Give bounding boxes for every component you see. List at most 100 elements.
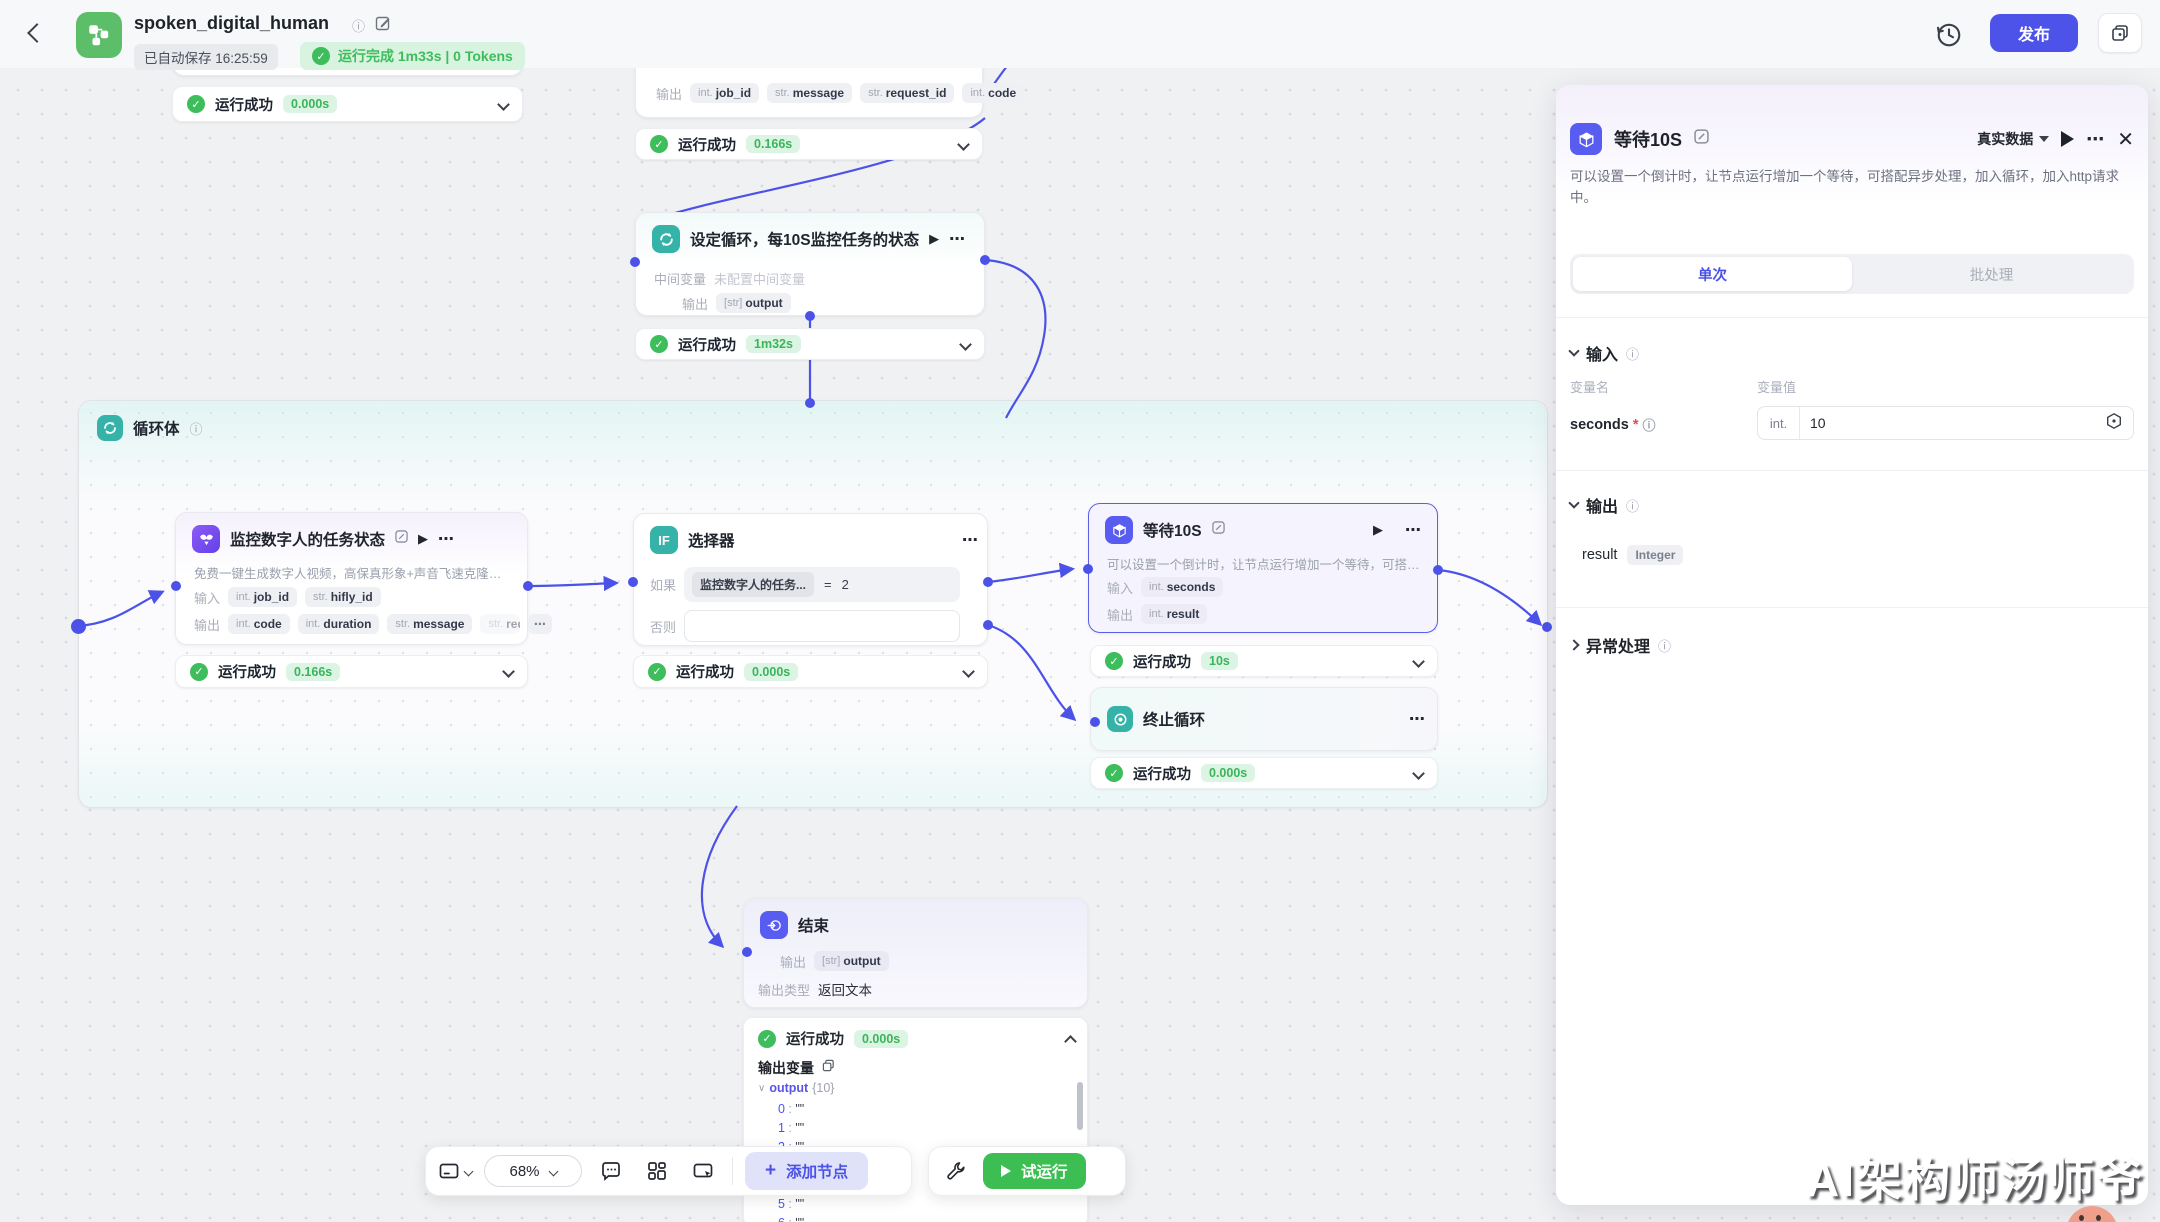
watermark-text: AI架构师汤师爷 <box>1806 1154 2144 1206</box>
node-break-loop[interactable]: 终止循环 ⋯ <box>1090 687 1438 751</box>
tree-root[interactable]: output <box>769 1081 808 1095</box>
more-icon[interactable]: ⋯ <box>949 229 966 249</box>
more-icon[interactable]: ⋯ <box>2086 129 2105 150</box>
publish-button[interactable]: 发布 <box>1990 14 2078 52</box>
more-icon[interactable]: ⋯ <box>1405 520 1422 540</box>
output-var-type: Integer <box>1627 545 1684 565</box>
port[interactable] <box>983 577 993 587</box>
seconds-value-input[interactable]: int. 10 <box>1757 406 2134 440</box>
tree-item: 1 : "" <box>778 1121 805 1135</box>
success-check-icon: ✓ <box>187 95 205 113</box>
add-node-button[interactable]: + 添加节点 <box>745 1152 869 1190</box>
output-type-label: 输出类型 <box>758 982 811 998</box>
run-status-bar[interactable]: ✓ 运行成功 1m32s <box>635 328 985 360</box>
port[interactable] <box>1090 717 1100 727</box>
run-status-bar[interactable]: ✓ 运行成功 0.000s <box>633 655 988 688</box>
more-icon[interactable]: ⋯ <box>1409 709 1426 729</box>
duplicate-window-icon[interactable] <box>2098 13 2142 53</box>
chevron-down-icon[interactable] <box>1412 654 1425 668</box>
node-end[interactable]: 结束 输出 [str] output 输出类型 返回文本 <box>743 898 1088 1008</box>
chevron-down-icon[interactable] <box>1568 345 1580 357</box>
test-run-button[interactable]: 试运行 <box>983 1153 1086 1189</box>
node-wait-selected[interactable]: 等待10S ▶ ⋯ 可以设置一个倒计时，让节点运行增加一个等待，可搭配异步...… <box>1088 503 1438 633</box>
node-selector[interactable]: IF 选择器 ⋯ 如果 监控数字人的任务... = 2 否则 <box>633 513 988 646</box>
copy-icon[interactable] <box>822 1059 835 1077</box>
port[interactable] <box>805 311 815 321</box>
play-icon[interactable]: ▶ <box>418 531 428 547</box>
more-chips-icon[interactable]: ⋯ <box>527 614 552 634</box>
more-icon[interactable]: ⋯ <box>438 529 455 549</box>
node-description: 可以设置一个倒计时，让节点运行增加一个等待，可搭配异步... <box>1107 558 1423 572</box>
select-pointer-icon[interactable] <box>686 1154 720 1188</box>
run-status-bar[interactable]: ✓ 运行成功 0.166s <box>635 128 983 160</box>
port[interactable] <box>980 255 990 265</box>
loop-icon <box>652 225 680 253</box>
tab-batch[interactable]: 批处理 <box>1852 257 2131 291</box>
layout-grid-icon[interactable] <box>640 1154 674 1188</box>
port[interactable] <box>523 581 533 591</box>
status-text: 运行成功 <box>678 337 736 354</box>
port[interactable] <box>1083 564 1093 574</box>
chevron-up-icon[interactable] <box>1064 1035 1077 1048</box>
info-icon[interactable]: ⓘ <box>352 16 365 35</box>
node-monitor[interactable]: 监控数字人的任务状态 ▶ ⋯ 免费一键生成数字人视频，高保真形象+声音飞速克隆。… <box>175 512 552 645</box>
run-status-bar[interactable]: ✓ 运行成功 0.166s <box>175 655 528 688</box>
condition-right-operand[interactable]: 2 <box>842 577 849 592</box>
comment-icon[interactable] <box>594 1154 628 1188</box>
run-status-bar[interactable]: ✓ 运行成功 10s <box>1090 645 1438 677</box>
condition-operator[interactable]: = <box>824 577 832 592</box>
output-chip: str. message <box>767 83 853 103</box>
port[interactable] <box>805 398 815 408</box>
history-icon[interactable] <box>1934 20 1964 50</box>
condition-left-operand[interactable]: 监控数字人的任务... <box>692 572 815 597</box>
port[interactable] <box>983 620 993 630</box>
link-icon <box>395 530 408 548</box>
port[interactable] <box>630 257 640 267</box>
input-section-header[interactable]: 输入 ⓘ <box>1568 341 1639 365</box>
chevron-down-icon[interactable] <box>502 665 515 678</box>
tab-single[interactable]: 单次 <box>1573 257 1852 291</box>
chevron-down-icon[interactable] <box>962 665 975 678</box>
port[interactable] <box>1433 565 1443 575</box>
seconds-value[interactable]: 10 <box>1800 415 2105 431</box>
port[interactable] <box>171 581 181 591</box>
tree-item: 0 : "" <box>778 1102 805 1116</box>
workflow-title: spoken_digital_human <box>134 13 330 33</box>
run-status-bar[interactable]: ✓ 运行成功 0.000s <box>172 86 523 122</box>
zoom-level-dropdown[interactable]: 68% <box>484 1155 582 1187</box>
panel-node-title: 等待10S <box>1614 130 1683 150</box>
wrench-icon[interactable] <box>939 1154 973 1188</box>
chevron-down-icon[interactable] <box>957 137 970 151</box>
else-branch-box[interactable] <box>684 610 961 642</box>
output-section-header[interactable]: 输出 ⓘ <box>1568 493 1639 517</box>
panel-play-button[interactable] <box>2061 131 2075 147</box>
run-status-bar[interactable]: ✓ 运行成功 0.000s <box>1090 757 1438 789</box>
duration-badge: 0.000s <box>1201 764 1256 782</box>
tree-chevron-icon[interactable]: ∨ <box>758 1083 765 1094</box>
back-button[interactable] <box>27 23 47 43</box>
play-icon[interactable]: ▶ <box>1373 522 1383 538</box>
node-loop-setup[interactable]: 设定循环，每10S监控任务的状态 ▶ ⋯ 中间变量 未配置中间变量 输出 [st… <box>635 212 985 316</box>
port[interactable] <box>1542 622 1552 632</box>
play-icon[interactable]: ▶ <box>929 231 939 247</box>
chevron-down-icon[interactable] <box>1568 497 1580 509</box>
screen-mode-icon[interactable] <box>438 1154 474 1188</box>
chevron-right-icon[interactable] <box>1568 639 1580 651</box>
exception-section-header[interactable]: 异常处理 ⓘ <box>1568 633 1671 657</box>
condition-box[interactable]: 监控数字人的任务... = 2 <box>684 567 961 602</box>
scrollbar-thumb[interactable] <box>1077 1082 1083 1130</box>
chevron-down-icon[interactable] <box>959 337 972 351</box>
output-label: 输出 <box>194 617 221 633</box>
chevron-down-icon[interactable] <box>1412 766 1425 780</box>
chevron-down-icon[interactable] <box>497 97 510 111</box>
port[interactable] <box>628 577 638 587</box>
edit-icon[interactable] <box>375 15 391 35</box>
port[interactable] <box>742 947 752 957</box>
close-icon[interactable]: ✕ <box>2117 127 2134 152</box>
settings-hexagon-icon[interactable] <box>2105 412 2123 435</box>
more-icon[interactable]: ⋯ <box>962 530 979 550</box>
data-mode-dropdown[interactable]: 真实数据 <box>1977 129 2050 149</box>
node-title: 监控数字人的任务状态 <box>230 532 386 549</box>
port[interactable] <box>70 618 86 634</box>
type-prefix[interactable]: int. <box>1758 407 1800 439</box>
